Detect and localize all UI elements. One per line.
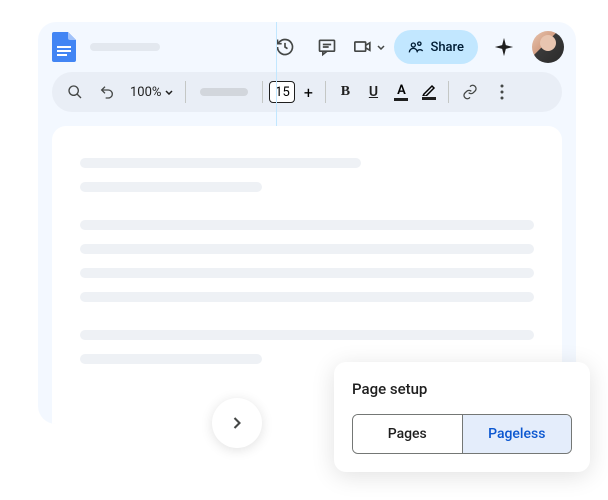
text-line [80, 330, 534, 340]
text-line [80, 220, 534, 230]
docs-logo-icon[interactable] [52, 30, 78, 64]
undo-icon[interactable] [92, 77, 122, 107]
page-setup-popup: Page setup Pages Pageless [334, 362, 590, 472]
comments-icon[interactable] [310, 30, 344, 64]
text-line [80, 244, 534, 254]
header: Share [38, 22, 576, 72]
toolbar: 100% 15 + B U A [52, 72, 562, 112]
search-icon[interactable] [60, 77, 90, 107]
text-line [80, 354, 262, 364]
page-setup-segmented: Pages Pageless [352, 414, 572, 454]
style-placeholder[interactable] [200, 88, 248, 96]
text-line [80, 182, 262, 192]
text-color-button[interactable]: A [388, 79, 414, 105]
share-label: Share [430, 40, 464, 55]
link-icon[interactable] [455, 77, 485, 107]
share-button[interactable]: Share [394, 30, 478, 64]
document-title-placeholder[interactable] [90, 43, 160, 51]
zoom-dropdown[interactable]: 100% [124, 85, 179, 100]
divider [325, 81, 326, 103]
avatar[interactable] [532, 31, 564, 63]
video-call-icon[interactable] [352, 30, 386, 64]
divider [448, 81, 449, 103]
history-icon[interactable] [268, 30, 302, 64]
divider [262, 81, 263, 103]
popup-title: Page setup [352, 380, 572, 398]
text-line [80, 268, 534, 278]
bold-button[interactable]: B [332, 79, 358, 105]
font-size-increase-icon[interactable]: + [297, 81, 319, 103]
divider [185, 81, 186, 103]
highlight-button[interactable] [416, 79, 442, 105]
underline-button[interactable]: U [360, 79, 386, 105]
zoom-value: 100% [130, 85, 161, 100]
more-icon[interactable] [487, 77, 517, 107]
pages-option[interactable]: Pages [353, 415, 463, 453]
text-line [80, 158, 361, 168]
expand-button[interactable] [212, 398, 262, 448]
font-size-input[interactable]: 15 [269, 81, 295, 103]
sparkle-icon[interactable] [488, 31, 520, 63]
pageless-option[interactable]: Pageless [463, 415, 572, 453]
text-line [80, 292, 534, 302]
